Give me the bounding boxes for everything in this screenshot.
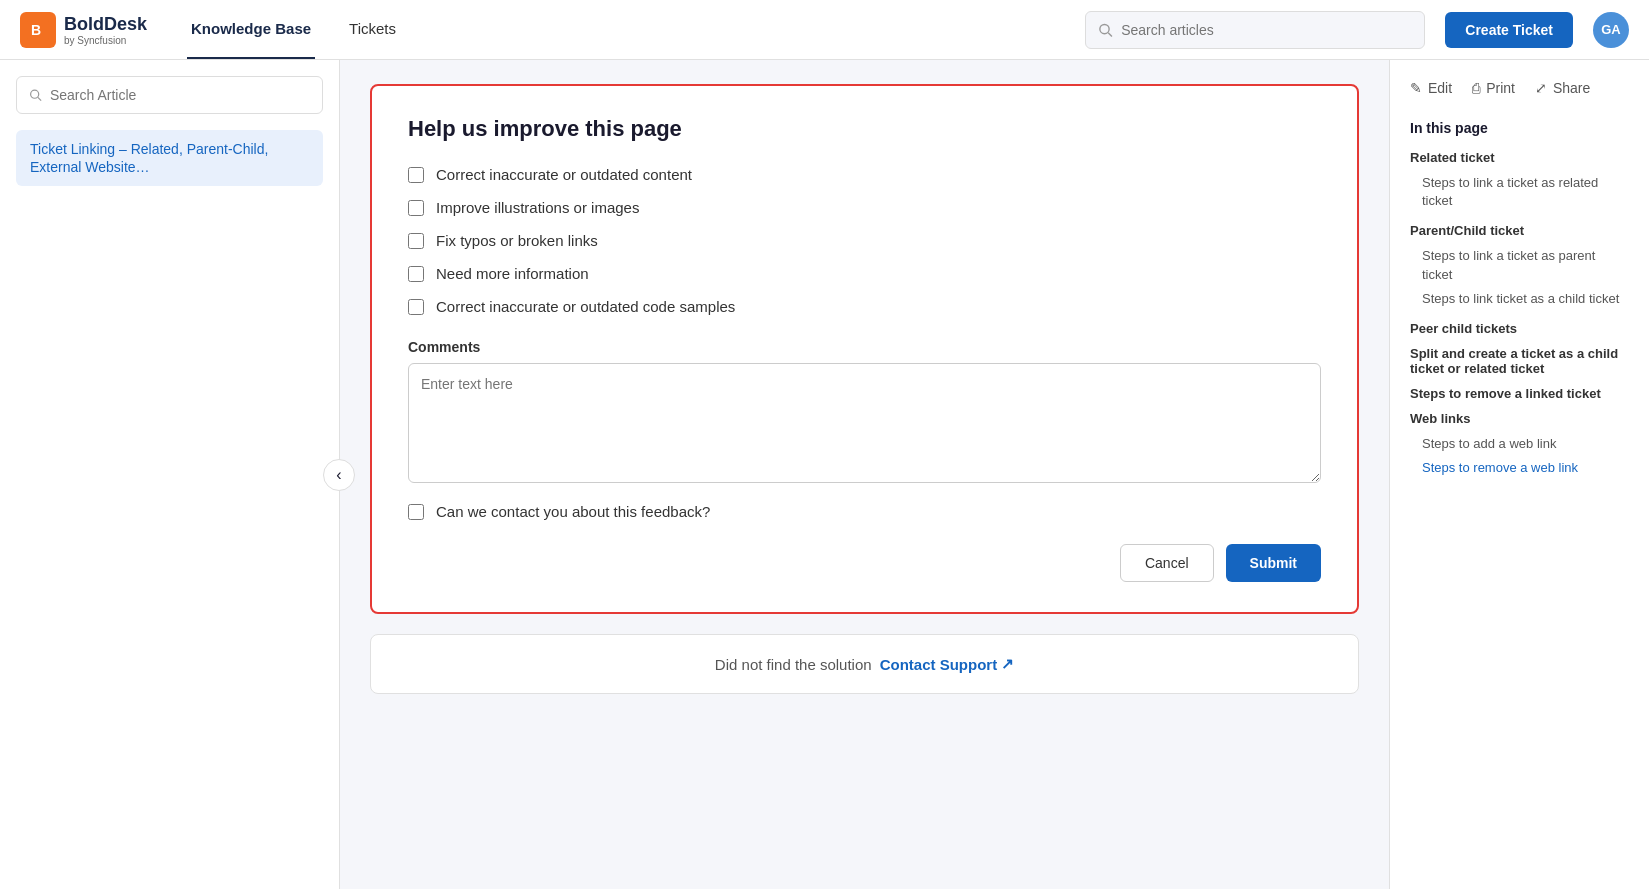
toc-section-split-create-title[interactable]: Split and create a ticket as a child tic…: [1410, 346, 1629, 376]
edit-action[interactable]: ✎ Edit: [1410, 80, 1452, 96]
share-action[interactable]: ⤢ Share: [1535, 80, 1590, 96]
search-icon: [1098, 22, 1113, 38]
feedback-form: Help us improve this page Correct inaccu…: [370, 84, 1359, 614]
logo-text: BoldDesk by Syncfusion: [64, 14, 147, 46]
logo-sub-text: by Syncfusion: [64, 35, 147, 46]
sidebar-collapse-button[interactable]: ‹: [323, 459, 355, 491]
nav-tab-knowledge-base[interactable]: Knowledge Base: [187, 0, 315, 59]
toc-section-remove-linked: Steps to remove a linked ticket: [1410, 386, 1629, 401]
toc-item-remove-web-link[interactable]: Steps to remove a web link: [1410, 456, 1629, 480]
header: B BoldDesk by Syncfusion Knowledge Base …: [0, 0, 1649, 60]
sidebar-search-icon: [29, 88, 42, 102]
print-icon: ⎙: [1472, 80, 1480, 96]
form-buttons: Cancel Submit: [408, 544, 1321, 582]
toc-section-parent-child-title[interactable]: Parent/Child ticket: [1410, 223, 1629, 238]
toc-item-add-web-link[interactable]: Steps to add a web link: [1410, 432, 1629, 456]
checkbox-code-samples[interactable]: [408, 299, 424, 315]
checkbox-label-more-info[interactable]: Need more information: [436, 265, 589, 282]
feedback-form-title: Help us improve this page: [408, 116, 1321, 142]
checkbox-item-4: Need more information: [408, 265, 1321, 282]
create-ticket-button[interactable]: Create Ticket: [1445, 12, 1573, 48]
sidebar-article-item[interactable]: Ticket Linking – Related, Parent-Child, …: [16, 130, 323, 186]
checkbox-label-inaccurate-content[interactable]: Correct inaccurate or outdated content: [436, 166, 692, 183]
checkbox-label-typos[interactable]: Fix typos or broken links: [436, 232, 598, 249]
contact-checkbox-label[interactable]: Can we contact you about this feedback?: [436, 503, 710, 520]
checkbox-item-1: Correct inaccurate or outdated content: [408, 166, 1321, 183]
toc-item-parent-ticket[interactable]: Steps to link a ticket as parent ticket: [1410, 244, 1629, 286]
logo-area: B BoldDesk by Syncfusion: [20, 12, 147, 48]
bolddesk-logo-icon: B: [20, 12, 56, 48]
edit-label: Edit: [1428, 80, 1452, 96]
in-this-page-title: In this page: [1410, 120, 1629, 136]
toc-item-related-link[interactable]: Steps to link a ticket as related ticket: [1410, 171, 1629, 213]
contact-support-label: Contact Support: [880, 656, 998, 673]
toc-section-remove-linked-title[interactable]: Steps to remove a linked ticket: [1410, 386, 1629, 401]
toc-section-peer-child-title[interactable]: Peer child tickets: [1410, 321, 1629, 336]
svg-point-4: [31, 90, 39, 98]
sidebar-search-bar[interactable]: [16, 76, 323, 114]
solution-text: Did not find the solution: [715, 656, 872, 673]
toc-section-parent-child: Parent/Child ticket Steps to link a tick…: [1410, 223, 1629, 311]
sidebar: Ticket Linking – Related, Parent-Child, …: [0, 60, 340, 889]
contact-checkbox-wrapper: Can we contact you about this feedback?: [408, 503, 1321, 520]
edit-icon: ✎: [1410, 80, 1422, 96]
checkbox-illustrations[interactable]: [408, 200, 424, 216]
nav-tab-tickets[interactable]: Tickets: [345, 0, 400, 59]
checkbox-item-5: Correct inaccurate or outdated code samp…: [408, 298, 1321, 315]
avatar: GA: [1593, 12, 1629, 48]
global-search-input[interactable]: [1121, 22, 1412, 38]
toc-section-related: Related ticket Steps to link a ticket as…: [1410, 150, 1629, 213]
submit-button[interactable]: Submit: [1226, 544, 1321, 582]
toc-section-web-links-title[interactable]: Web links: [1410, 411, 1629, 426]
comments-label: Comments: [408, 339, 1321, 355]
logo-main-text: BoldDesk: [64, 14, 147, 35]
checkbox-item-2: Improve illustrations or images: [408, 199, 1321, 216]
svg-line-5: [38, 97, 41, 100]
checkbox-item-3: Fix typos or broken links: [408, 232, 1321, 249]
contact-support-link[interactable]: Contact Support ↗: [880, 655, 1015, 673]
toc-section-related-title[interactable]: Related ticket: [1410, 150, 1629, 165]
share-icon: ⤢: [1535, 80, 1547, 96]
external-link-icon: ↗: [1001, 655, 1014, 673]
checkbox-more-info[interactable]: [408, 266, 424, 282]
panel-actions: ✎ Edit ⎙ Print ⤢ Share: [1410, 80, 1629, 96]
share-label: Share: [1553, 80, 1590, 96]
comments-textarea[interactable]: [408, 363, 1321, 483]
print-action[interactable]: ⎙ Print: [1472, 80, 1515, 96]
cancel-button[interactable]: Cancel: [1120, 544, 1214, 582]
right-panel: ✎ Edit ⎙ Print ⤢ Share In this page Rela…: [1389, 60, 1649, 889]
toc-item-child-ticket[interactable]: Steps to link ticket as a child ticket: [1410, 287, 1629, 311]
article-link[interactable]: Ticket Linking – Related, Parent-Child, …: [30, 141, 268, 175]
main-content: Help us improve this page Correct inaccu…: [340, 60, 1389, 889]
toc-section-web-links: Web links Steps to add a web link Steps …: [1410, 411, 1629, 480]
nav-tabs: Knowledge Base Tickets: [187, 0, 400, 59]
svg-text:B: B: [31, 22, 41, 38]
feedback-checkboxes: Correct inaccurate or outdated content I…: [408, 166, 1321, 315]
print-label: Print: [1486, 80, 1515, 96]
chevron-left-icon: ‹: [336, 466, 341, 484]
solution-bar: Did not find the solution Contact Suppor…: [370, 634, 1359, 694]
checkbox-label-code-samples[interactable]: Correct inaccurate or outdated code samp…: [436, 298, 735, 315]
svg-point-2: [1100, 24, 1109, 33]
checkbox-inaccurate-content[interactable]: [408, 167, 424, 183]
toc-section-split-create: Split and create a ticket as a child tic…: [1410, 346, 1629, 376]
sidebar-search-input[interactable]: [50, 87, 310, 103]
global-search-bar[interactable]: [1085, 11, 1425, 49]
main-layout: Ticket Linking – Related, Parent-Child, …: [0, 60, 1649, 889]
checkbox-typos[interactable]: [408, 233, 424, 249]
checkbox-label-illustrations[interactable]: Improve illustrations or images: [436, 199, 639, 216]
contact-checkbox[interactable]: [408, 504, 424, 520]
svg-line-3: [1109, 32, 1113, 36]
toc-section-peer-child: Peer child tickets: [1410, 321, 1629, 336]
